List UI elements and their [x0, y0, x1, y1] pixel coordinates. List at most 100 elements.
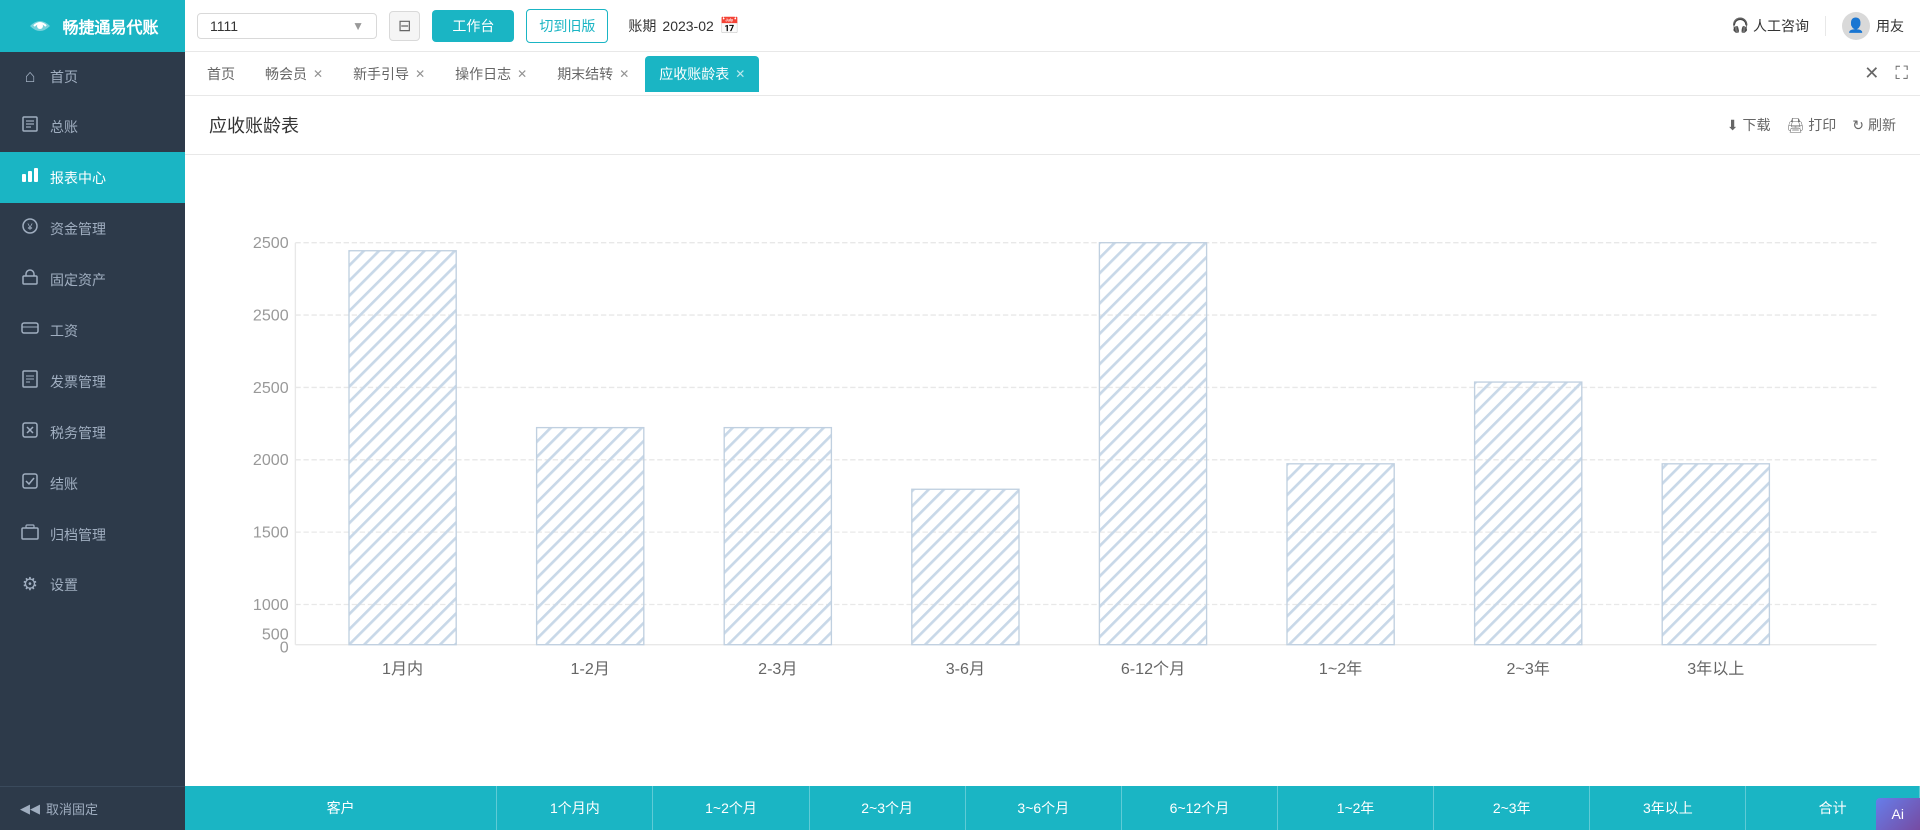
tab-label: 首页	[207, 64, 235, 84]
ai-label: Ai	[1892, 806, 1904, 822]
refresh-label: 刷新	[1868, 115, 1896, 135]
bar-chart: 2500 2500 2500 2000 1500 1000 500 0	[215, 175, 1890, 766]
bar-1-2-year	[1287, 464, 1394, 645]
sidebar: ⌂ 首页 总账 报表中心 ¥ 资金管理 固定资产	[0, 52, 185, 830]
sidebar-item-label: 税务管理	[50, 423, 106, 443]
company-selector[interactable]: 1111 ▼	[197, 13, 377, 39]
tab-close-icon[interactable]: ✕	[735, 67, 745, 81]
sidebar-item-ledger[interactable]: 总账	[0, 101, 185, 152]
sidebar-bottom: ◀◀ 取消固定	[0, 786, 185, 830]
main-layout: ⌂ 首页 总账 报表中心 ¥ 资金管理 固定资产	[0, 52, 1920, 830]
maximize-button[interactable]: ⛶	[1891, 59, 1912, 88]
switch-version-button[interactable]: 切到旧版	[526, 9, 608, 43]
sidebar-item-checkout[interactable]: 结账	[0, 458, 185, 509]
header-right: 🎧 人工咨询 👤 用友	[1732, 12, 1904, 40]
tab-label: 畅会员	[265, 64, 307, 84]
sidebar-item-assets[interactable]: 固定资产	[0, 254, 185, 305]
sidebar-item-label: 工资	[50, 321, 78, 341]
reports-icon	[20, 166, 40, 189]
bar-3plus-year	[1662, 464, 1769, 645]
svg-text:2500: 2500	[253, 306, 289, 324]
tab-aging[interactable]: 应收账龄表 ✕	[645, 56, 759, 92]
sidebar-item-label: 发票管理	[50, 372, 106, 392]
refresh-icon: ↻	[1852, 117, 1864, 134]
tab-period-end[interactable]: 期末结转 ✕	[543, 56, 643, 92]
period-label: 账期	[628, 16, 656, 36]
sidebar-item-tax[interactable]: 税务管理	[0, 407, 185, 458]
svg-text:3-6月: 3-6月	[946, 660, 985, 678]
svg-text:1500: 1500	[253, 524, 289, 542]
table-header-col: 1个月内	[497, 786, 653, 830]
tab-close-icon[interactable]: ✕	[517, 67, 527, 81]
close-all-tabs-button[interactable]: ✕	[1860, 59, 1883, 88]
download-button[interactable]: ⬇ 下载	[1727, 115, 1771, 135]
sidebar-item-invoice[interactable]: 发票管理	[0, 356, 185, 407]
workbench-button[interactable]: 工作台	[432, 10, 514, 42]
table-header-col: 2~3年	[1434, 786, 1590, 830]
refresh-button[interactable]: ↻ 刷新	[1852, 115, 1896, 135]
chevron-down-icon: ▼	[352, 19, 364, 33]
logo-area: 畅捷通易代账	[0, 0, 185, 52]
sidebar-item-label: 结账	[50, 474, 78, 494]
sidebar-item-label: 首页	[50, 67, 78, 87]
tab-label: 应收账龄表	[659, 64, 729, 84]
table-header-col: 1~2个月	[653, 786, 809, 830]
bar-1-month	[349, 251, 456, 645]
tab-close-icon[interactable]: ✕	[313, 67, 323, 81]
settings-icon: ⚙	[20, 574, 40, 595]
svg-text:1000: 1000	[253, 596, 289, 614]
cancel-fixed-button[interactable]: ◀◀ 取消固定	[0, 786, 185, 830]
user-name: 用友	[1876, 16, 1904, 36]
bar-2-3-month	[724, 428, 831, 645]
tab-close-icon[interactable]: ✕	[415, 67, 425, 81]
tab-member[interactable]: 畅会员 ✕	[251, 56, 337, 92]
page-content: 应收账龄表 ⬇ 下载 🖨 打印 ↻ 刷新	[185, 96, 1920, 830]
calendar-icon[interactable]: 📅	[720, 16, 740, 36]
chart-container: 2500 2500 2500 2000 1500 1000 500 0	[215, 175, 1890, 766]
svg-text:1-2月: 1-2月	[571, 660, 610, 678]
tab-label: 新手引导	[353, 64, 409, 84]
sidebar-item-settings[interactable]: ⚙ 设置	[0, 560, 185, 609]
table-header-col: 6~12个月	[1122, 786, 1278, 830]
tab-guide[interactable]: 新手引导 ✕	[339, 56, 439, 92]
user-area[interactable]: 👤 用友	[1842, 12, 1904, 40]
table-header-col: 1~2年	[1278, 786, 1434, 830]
sidebar-item-reports[interactable]: 报表中心	[0, 152, 185, 203]
tab-close-icon[interactable]: ✕	[619, 67, 629, 81]
svg-text:6-12个月: 6-12个月	[1121, 660, 1185, 678]
svg-text:2500: 2500	[253, 234, 289, 252]
page-actions: ⬇ 下载 🖨 打印 ↻ 刷新	[1727, 115, 1896, 135]
consult-button[interactable]: 🎧 人工咨询	[1732, 16, 1809, 36]
print-button[interactable]: 🖨 打印	[1786, 115, 1836, 135]
top-header: 畅捷通易代账 1111 ▼ ⊟ 工作台 切到旧版 账期 2023-02 📅 🎧 …	[0, 0, 1920, 52]
invoice-icon	[20, 370, 40, 393]
sidebar-item-label: 报表中心	[50, 168, 106, 188]
tab-oplog[interactable]: 操作日志 ✕	[441, 56, 541, 92]
sidebar-item-label: 固定资产	[50, 270, 106, 290]
period-value: 2023-02	[662, 18, 713, 34]
print-label: 打印	[1808, 115, 1836, 135]
ledger-icon	[20, 115, 40, 138]
sidebar-item-salary[interactable]: 工资	[0, 305, 185, 356]
bar-6-12-month	[1099, 243, 1206, 645]
logo-icon	[26, 12, 54, 40]
svg-text:2500: 2500	[253, 379, 289, 397]
sidebar-item-label: 资金管理	[50, 219, 106, 239]
sidebar-item-archive[interactable]: 归档管理	[0, 509, 185, 560]
copy-button[interactable]: ⊟	[389, 11, 420, 41]
avatar: 👤	[1842, 12, 1870, 40]
content-area: 首页 畅会员 ✕ 新手引导 ✕ 操作日志 ✕ 期末结转 ✕ 应收账龄表 ✕	[185, 52, 1920, 830]
svg-text:1~2年: 1~2年	[1319, 660, 1362, 678]
archive-icon	[20, 523, 40, 546]
table-header-col: 2~3个月	[810, 786, 966, 830]
sidebar-item-home[interactable]: ⌂ 首页	[0, 52, 185, 101]
unpin-icon: ◀◀	[20, 801, 40, 817]
divider	[1825, 16, 1826, 36]
sidebar-item-funds[interactable]: ¥ 资金管理	[0, 203, 185, 254]
ai-badge[interactable]: Ai	[1876, 798, 1920, 830]
tab-bar: 首页 畅会员 ✕ 新手引导 ✕ 操作日志 ✕ 期末结转 ✕ 应收账龄表 ✕	[185, 52, 1920, 96]
svg-text:2000: 2000	[253, 451, 289, 469]
svg-text:2-3月: 2-3月	[758, 660, 797, 678]
svg-text:0: 0	[280, 639, 289, 657]
tab-home[interactable]: 首页	[193, 56, 249, 92]
